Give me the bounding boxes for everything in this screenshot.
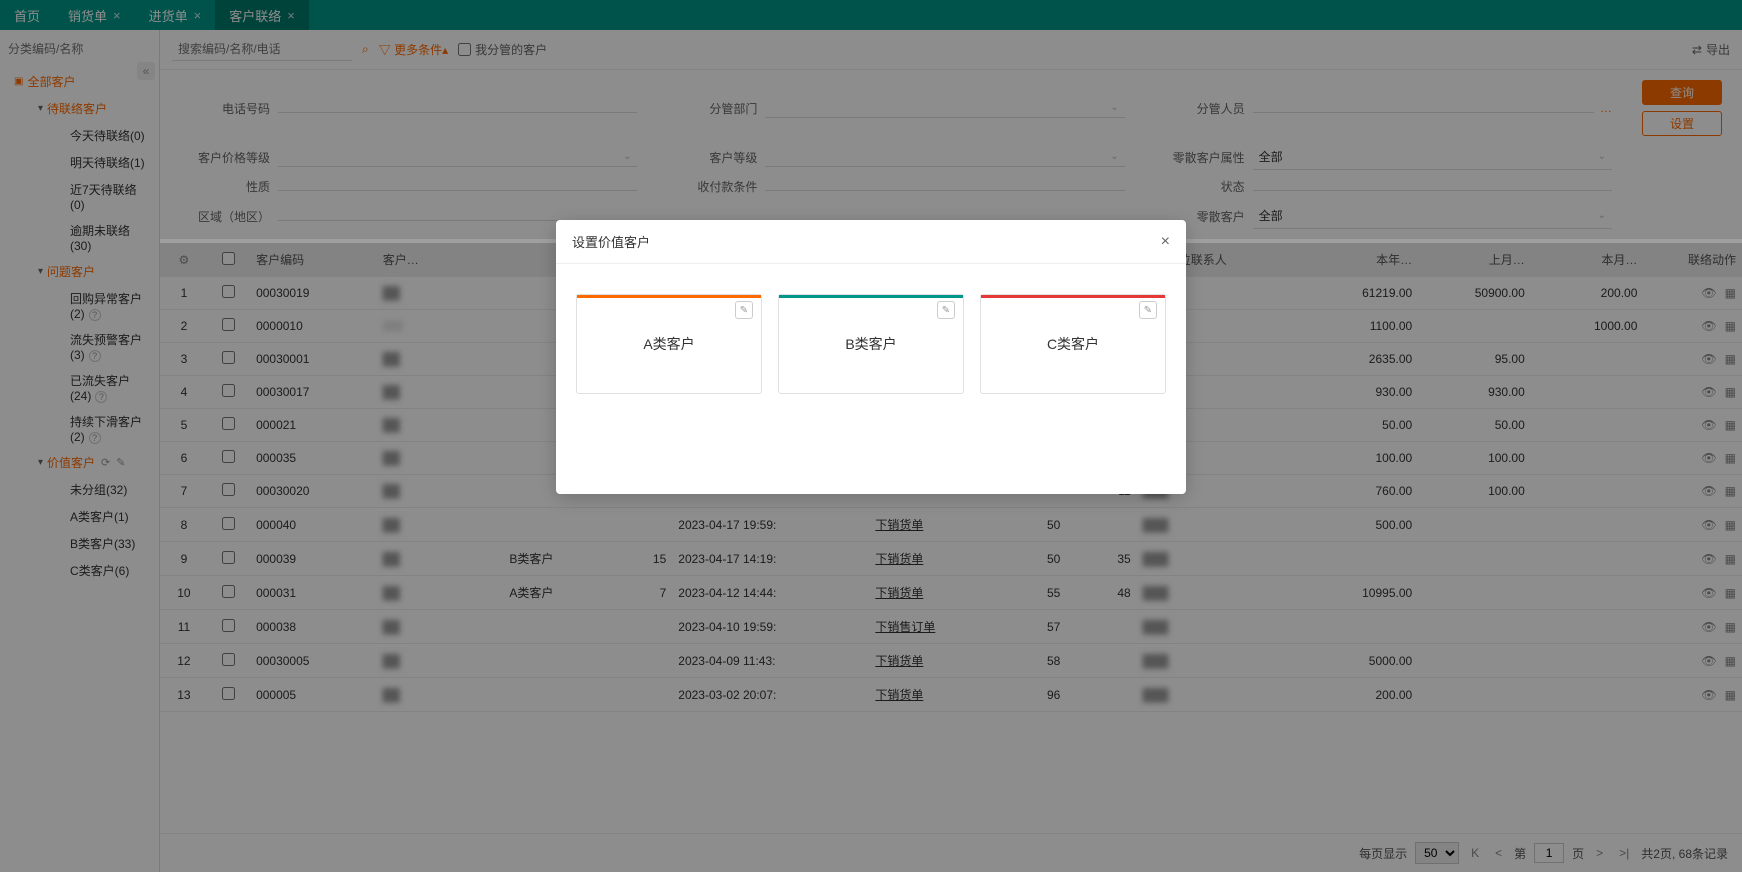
value-card-a[interactable]: ✎ A类客户 [576, 294, 762, 394]
modal-title: 设置价值客户 [572, 232, 650, 251]
edit-icon[interactable]: ✎ [735, 301, 753, 319]
modal-close-button[interactable]: × [1161, 233, 1170, 251]
edit-icon[interactable]: ✎ [1139, 301, 1157, 319]
edit-icon[interactable]: ✎ [937, 301, 955, 319]
card-label: A类客户 [643, 334, 694, 354]
value-customer-modal: 设置价值客户 × ✎ A类客户 ✎ B类客户 ✎ C类客户 [556, 220, 1186, 494]
value-card-b[interactable]: ✎ B类客户 [778, 294, 964, 394]
card-label: B类客户 [845, 334, 896, 354]
card-label: C类客户 [1047, 334, 1099, 354]
value-card-c[interactable]: ✎ C类客户 [980, 294, 1166, 394]
modal-overlay[interactable]: 设置价值客户 × ✎ A类客户 ✎ B类客户 ✎ C类客户 [0, 0, 1742, 872]
